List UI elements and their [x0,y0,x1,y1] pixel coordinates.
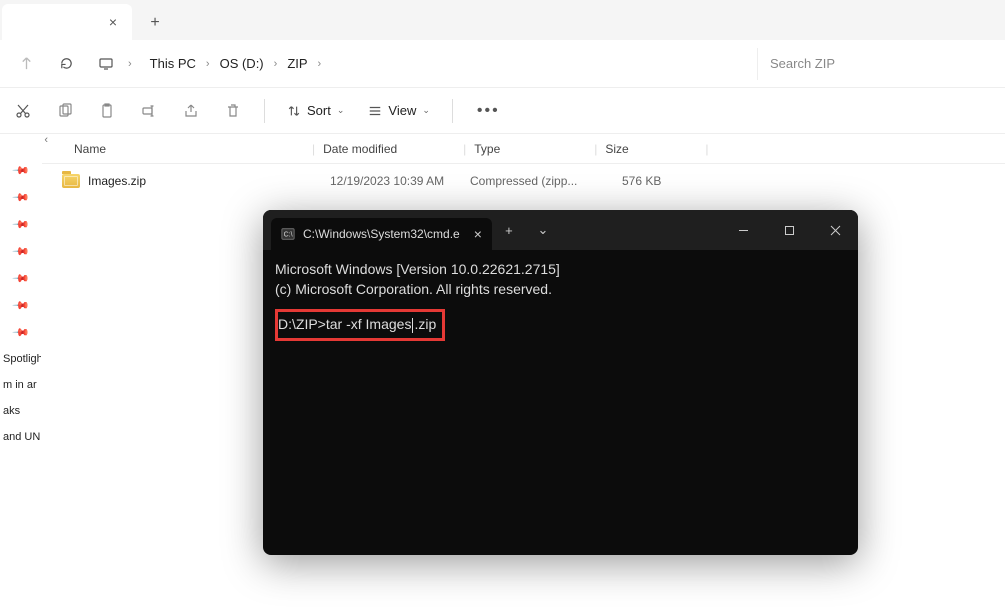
pin-icon[interactable]: 📌 [12,269,31,288]
terminal-titlebar[interactable]: C:\ C:\Windows\System32\cmd.e × + ⌄ [263,210,858,250]
minimize-button[interactable] [720,210,766,250]
navigation-sidebar: ‹ 📌 📌 📌 📌 📌 📌 📌 Spotlight m in ar aks an… [0,134,42,616]
back-button[interactable] [8,46,44,82]
terminal-output-line: Microsoft Windows [Version 10.0.22621.27… [275,260,846,280]
chevron-down-icon: ⌄ [337,105,345,116]
pin-icon[interactable]: 📌 [12,215,31,234]
sort-label: Sort [307,103,331,118]
terminal-output-line: (c) Microsoft Corporation. All rights re… [275,280,846,300]
file-explorer-tab[interactable]: × [2,4,132,40]
file-explorer-tabs: × + [0,0,1005,40]
chevron-down-icon: ⌄ [422,105,430,116]
cut-icon[interactable] [8,96,38,126]
close-icon[interactable]: × [106,15,120,29]
view-label: View [388,103,416,118]
new-tab-button[interactable]: + [138,6,172,40]
view-menu[interactable]: View ⌄ [362,99,436,122]
column-size[interactable]: Size [605,142,705,156]
separator [264,99,265,123]
close-icon[interactable]: × [474,226,482,242]
zip-file-icon [62,174,80,188]
share-icon[interactable] [176,96,206,126]
separator [452,99,453,123]
new-terminal-tab[interactable]: + [492,214,526,246]
terminal-window: C:\ C:\Windows\System32\cmd.e × + ⌄ Micr… [263,210,858,555]
sidebar-item-label[interactable]: aks [1,405,41,417]
terminal-dropdown[interactable]: ⌄ [526,214,560,246]
delete-icon[interactable] [218,96,248,126]
breadcrumb-item[interactable]: OS (D:) [214,52,270,75]
column-headers: Name | Date modified | Type | Size | [42,134,1005,164]
terminal-tab[interactable]: C:\ C:\Windows\System32\cmd.e × [271,218,492,250]
file-size: 576 KB [590,174,690,188]
pin-icon[interactable]: 📌 [12,323,31,342]
chevron-right-icon: › [128,58,132,70]
paste-icon[interactable] [92,96,122,126]
terminal-body[interactable]: Microsoft Windows [Version 10.0.22621.27… [263,250,858,351]
search-input[interactable]: Search ZIP [757,48,997,80]
pin-icon[interactable]: 📌 [12,188,31,207]
pin-icon[interactable]: 📌 [12,242,31,261]
sidebar-item-label[interactable]: m in ar [1,379,41,391]
column-type[interactable]: Type [474,142,594,156]
window-controls [720,210,858,250]
column-date[interactable]: Date modified [323,142,463,156]
rename-icon[interactable] [134,96,164,126]
terminal-tab-title: C:\Windows\System32\cmd.e [303,227,460,241]
pin-icon[interactable]: 📌 [12,161,31,180]
navigation-bar: › This PC › OS (D:) › ZIP › Search ZIP [0,40,1005,88]
column-name[interactable]: Name [42,142,312,156]
toolbar: Sort ⌄ View ⌄ ••• [0,88,1005,134]
sort-menu[interactable]: Sort ⌄ [281,99,350,122]
breadcrumb: This PC › OS (D:) › ZIP › [136,52,753,75]
copy-icon[interactable] [50,96,80,126]
pin-icon[interactable]: 📌 [12,296,31,315]
terminal-command: .zip [414,316,436,332]
terminal-command: tar -xf Images [326,316,412,332]
breadcrumb-item[interactable]: ZIP [281,52,313,75]
maximize-button[interactable] [766,210,812,250]
chevron-right-icon: › [274,58,278,70]
chevron-right-icon: › [318,58,322,70]
refresh-button[interactable] [48,46,84,82]
highlighted-command: D:\ZIP>tar -xf Images.zip [275,309,445,341]
file-date: 12/19/2023 10:39 AM [330,174,470,188]
sidebar-item-label[interactable]: Spotlight [1,353,41,365]
chevron-right-icon: › [206,58,210,70]
file-name: Images.zip [88,174,330,188]
svg-text:C:\: C:\ [284,232,293,239]
breadcrumb-item[interactable]: This PC [144,52,202,75]
more-menu[interactable]: ••• [469,102,508,120]
sidebar-item-label[interactable]: and UN [1,431,41,443]
cmd-icon: C:\ [281,227,295,241]
terminal-prompt: D:\ZIP> [278,316,326,332]
close-button[interactable] [812,210,858,250]
file-type: Compressed (zipp... [470,174,590,188]
file-row[interactable]: Images.zip 12/19/2023 10:39 AM Compresse… [42,166,1005,196]
monitor-icon[interactable] [88,46,124,82]
